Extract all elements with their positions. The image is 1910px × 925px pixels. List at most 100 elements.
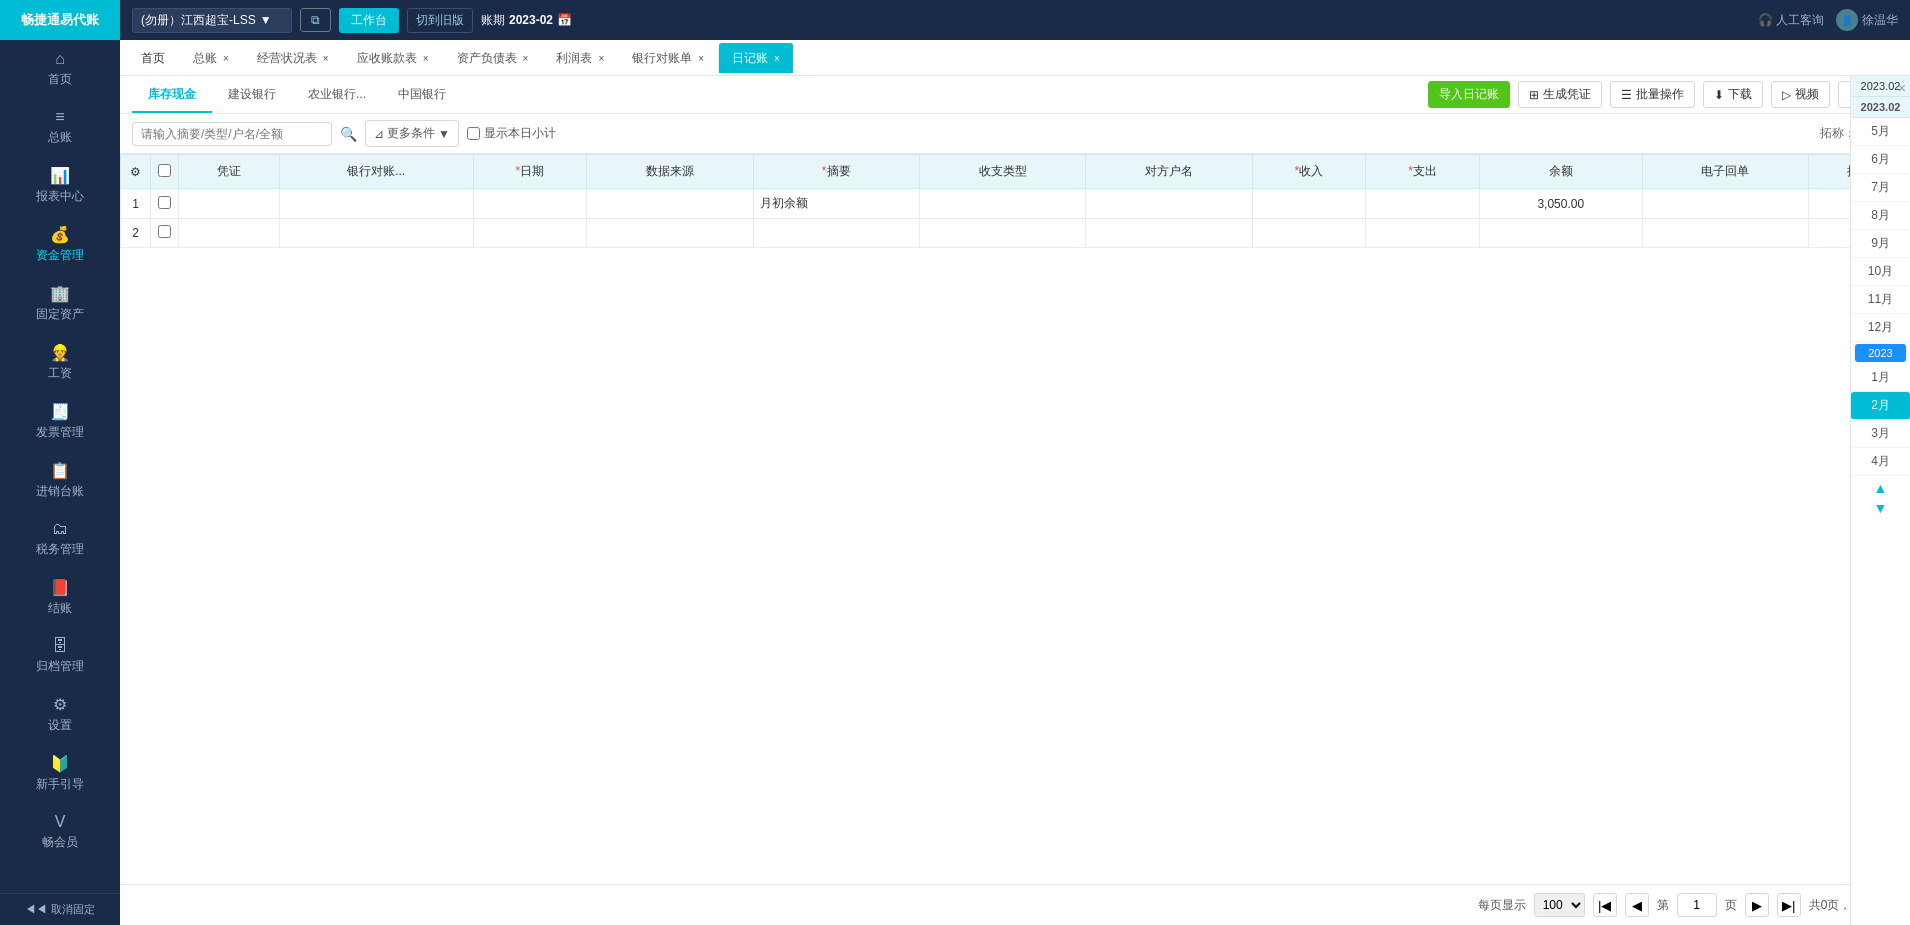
tab-close-icon[interactable]: × bbox=[598, 53, 604, 64]
search-icon[interactable]: 🔍 bbox=[340, 126, 357, 142]
prev-page-button[interactable]: ◀ bbox=[1625, 893, 1649, 917]
copy-button[interactable]: ⧉ bbox=[300, 8, 331, 32]
sidebar-item-invoice[interactable]: 🧾 发票管理 bbox=[0, 392, 120, 451]
row-income bbox=[1252, 219, 1366, 248]
sidebar-item-home[interactable]: ⌂ 首页 bbox=[0, 40, 120, 98]
next-page-button[interactable]: ▶ bbox=[1745, 893, 1769, 917]
settings-icon: ⚙ bbox=[53, 695, 67, 714]
date-month-5[interactable]: 5月 bbox=[1851, 118, 1910, 146]
more-conditions-button[interactable]: ⊿ 更多条件 ▼ bbox=[365, 120, 459, 147]
table-row: 2 bbox=[121, 219, 1910, 248]
date-month-3[interactable]: 3月 bbox=[1851, 420, 1910, 448]
sidebar-item-label: 税务管理 bbox=[36, 541, 84, 558]
sub-tab-cash[interactable]: 库存现金 bbox=[132, 78, 212, 113]
tab-close-icon[interactable]: × bbox=[423, 53, 429, 64]
sidebar-item-label: 畅会员 bbox=[42, 834, 78, 851]
daily-subtotal-checkbox[interactable] bbox=[467, 127, 480, 140]
row-checkbox[interactable] bbox=[151, 189, 179, 219]
date-month-8[interactable]: 8月 bbox=[1851, 202, 1910, 230]
row-date bbox=[473, 219, 587, 248]
search-input[interactable] bbox=[132, 122, 332, 146]
date-month-11[interactable]: 11月 bbox=[1851, 286, 1910, 314]
first-page-button[interactable]: |◀ bbox=[1593, 893, 1617, 917]
row-expenditure bbox=[1366, 189, 1480, 219]
sub-tab-ccb[interactable]: 建设银行 bbox=[212, 78, 292, 113]
date-month-6[interactable]: 6月 bbox=[1851, 146, 1910, 174]
video-button[interactable]: ▷ 视频 bbox=[1771, 81, 1830, 108]
date-scroll-up-button[interactable]: ▲ bbox=[1874, 480, 1888, 496]
workbench-button[interactable]: 工作台 bbox=[339, 8, 399, 33]
date-month-10[interactable]: 10月 bbox=[1851, 258, 1910, 286]
page-input[interactable] bbox=[1677, 893, 1717, 917]
tab-operations[interactable]: 经营状况表 × bbox=[244, 43, 342, 73]
tab-balance[interactable]: 资产负债表 × bbox=[444, 43, 542, 73]
generate-voucher-button[interactable]: ⊞ 生成凭证 bbox=[1518, 81, 1602, 108]
sidebar-item-reports[interactable]: 📊 报表中心 bbox=[0, 156, 120, 215]
sidebar-item-salary[interactable]: 👷 工资 bbox=[0, 333, 120, 392]
sidebar-item-tax[interactable]: 🗂 税务管理 bbox=[0, 510, 120, 568]
sidebar-item-archive[interactable]: 🗄 归档管理 bbox=[0, 627, 120, 685]
sidebar-item-close[interactable]: 📕 结账 bbox=[0, 568, 120, 627]
row-counterpart bbox=[1086, 219, 1252, 248]
sidebar-item-ledger[interactable]: ≡ 总账 bbox=[0, 98, 120, 156]
sidebar-item-vip[interactable]: V 畅会员 bbox=[0, 803, 120, 861]
date-scroll-down-button[interactable]: ▼ bbox=[1874, 500, 1888, 516]
row-summary: 月初余额 bbox=[753, 189, 919, 219]
daily-subtotal-checkbox-label[interactable]: 显示本日小计 bbox=[467, 125, 556, 142]
sub-tab-abc[interactable]: 农业银行... bbox=[292, 78, 382, 113]
tab-bankstatement[interactable]: 银行对账单 × bbox=[619, 43, 717, 73]
row-select-checkbox[interactable] bbox=[158, 225, 171, 238]
sidebar-item-label: 总账 bbox=[48, 129, 72, 146]
row-checkbox[interactable] bbox=[151, 219, 179, 248]
tab-ledger[interactable]: 总账 × bbox=[180, 43, 242, 73]
sidebar-item-settings[interactable]: ⚙ 设置 bbox=[0, 685, 120, 744]
select-all-checkbox[interactable] bbox=[158, 164, 171, 177]
switch-old-button[interactable]: 切到旧版 bbox=[407, 8, 473, 33]
col-settings[interactable]: ⚙ bbox=[121, 155, 151, 189]
date-month-7[interactable]: 7月 bbox=[1851, 174, 1910, 202]
tab-receivables[interactable]: 应收账款表 × bbox=[344, 43, 442, 73]
ledger-icon: ≡ bbox=[55, 108, 64, 126]
tab-close-icon[interactable]: × bbox=[523, 53, 529, 64]
row-data-source bbox=[587, 219, 753, 248]
sidebar-item-fixedasset[interactable]: 🏢 固定资产 bbox=[0, 274, 120, 333]
sidebar-item-guide[interactable]: 🔰 新手引导 bbox=[0, 744, 120, 803]
last-page-button[interactable]: ▶| bbox=[1777, 893, 1801, 917]
tab-close-icon[interactable]: × bbox=[698, 53, 704, 64]
sidebar-item-salespurchase[interactable]: 📋 进销台账 bbox=[0, 451, 120, 510]
sidebar-item-cashmanage[interactable]: 💰 资金管理 bbox=[0, 215, 120, 274]
batch-operation-button[interactable]: ☰ 批量操作 bbox=[1610, 81, 1695, 108]
company-selector[interactable]: (勿册）江西超宝-LSS ▼ bbox=[132, 8, 292, 33]
row-select-checkbox[interactable] bbox=[158, 196, 171, 209]
sub-tab-label: 中国银行 bbox=[398, 87, 446, 101]
date-month-1[interactable]: 1月 bbox=[1851, 364, 1910, 392]
tab-profit[interactable]: 利润表 × bbox=[543, 43, 617, 73]
tab-close-icon[interactable]: × bbox=[323, 53, 329, 64]
row-counterpart bbox=[1086, 189, 1252, 219]
row-payment-type bbox=[919, 189, 1085, 219]
support-label[interactable]: 🎧 人工客询 bbox=[1758, 12, 1824, 29]
download-button[interactable]: ⬇ 下载 bbox=[1703, 81, 1763, 108]
row-data-source bbox=[587, 189, 753, 219]
row-expenditure bbox=[1366, 219, 1480, 248]
collapse-sidebar[interactable]: ◀◀ 取消固定 bbox=[0, 893, 120, 925]
date-month-4[interactable]: 4月 bbox=[1851, 448, 1910, 476]
date-month-2[interactable]: 2月 bbox=[1851, 392, 1910, 420]
asset-icon: 🏢 bbox=[50, 284, 70, 303]
per-page-label: 每页显示 bbox=[1478, 897, 1526, 914]
per-page-select[interactable]: 10 20 50 100 bbox=[1534, 893, 1585, 917]
tab-close-icon[interactable]: × bbox=[774, 53, 780, 64]
tab-close-icon[interactable]: × bbox=[223, 53, 229, 64]
date-month-12[interactable]: 12月 bbox=[1851, 314, 1910, 342]
period-calendar-icon[interactable]: 📅 bbox=[557, 13, 572, 27]
date-month-9[interactable]: 9月 bbox=[1851, 230, 1910, 258]
invoice-icon: 🧾 bbox=[50, 402, 70, 421]
col-checkbox[interactable] bbox=[151, 155, 179, 189]
tab-home[interactable]: 首页 bbox=[128, 43, 178, 73]
tab-journal[interactable]: 日记账 × bbox=[719, 43, 793, 73]
chevron-down-icon: ▼ bbox=[438, 127, 450, 141]
close-date-panel-button[interactable]: × bbox=[1898, 80, 1906, 96]
sub-tab-boc[interactable]: 中国银行 bbox=[382, 78, 462, 113]
user-menu[interactable]: 👤 徐温华 bbox=[1836, 9, 1898, 31]
import-journal-button[interactable]: 导入日记账 bbox=[1428, 81, 1510, 108]
